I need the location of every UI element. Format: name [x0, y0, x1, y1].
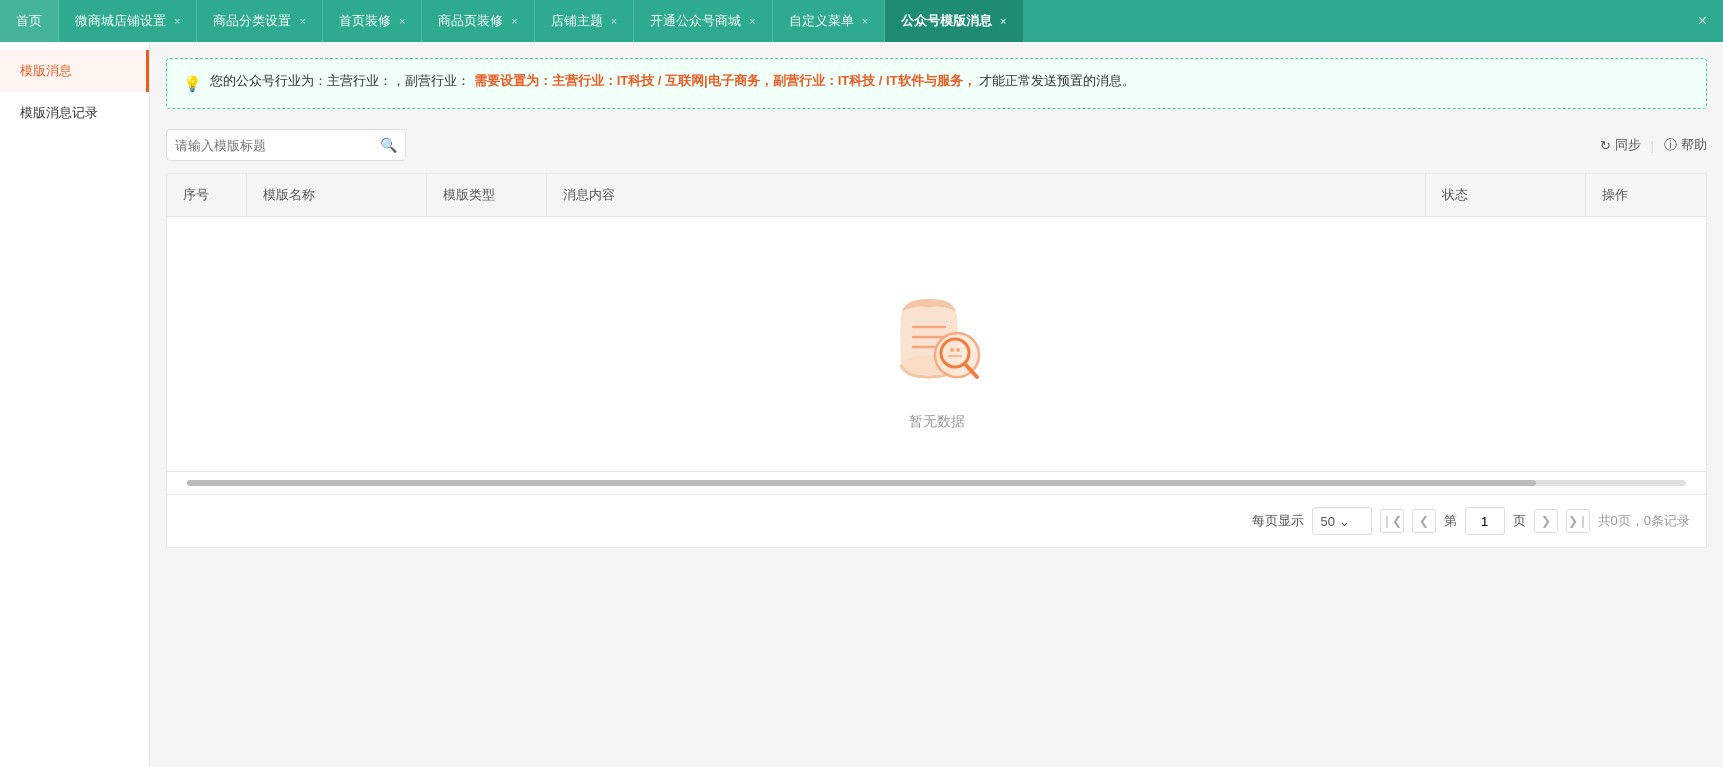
search-box: 🔍: [166, 129, 406, 161]
info-banner: 💡 您的公众号行业为：主营行业：，副营行业： 需要设置为：主营行业：IT科技 /…: [166, 58, 1707, 109]
col-header-type: 模版类型: [427, 174, 547, 216]
search-icon[interactable]: 🔍: [380, 137, 397, 153]
tab-template-msg-label: 公众号模版消息: [901, 12, 992, 30]
col-header-status: 状态: [1426, 174, 1586, 216]
help-button[interactable]: ⓘ 帮助: [1664, 136, 1707, 154]
sidebar: 模版消息 模版消息记录: [0, 42, 150, 767]
toolbar-right: ↻ 同步 | ⓘ 帮助: [1600, 136, 1707, 154]
page-unit: 页: [1513, 512, 1526, 530]
tab-home[interactable]: 首页: [0, 0, 59, 42]
toolbar-divider: |: [1651, 138, 1654, 153]
tab-product-page[interactable]: 商品页装修 ×: [422, 0, 534, 42]
tab-open-mall-close[interactable]: ×: [749, 15, 755, 27]
empty-icon: [877, 277, 997, 397]
page-label: 第: [1444, 512, 1457, 530]
tab-open-mall-label: 开通公众号商城: [650, 12, 741, 30]
tab-store-theme-close[interactable]: ×: [611, 15, 617, 27]
col-header-name: 模版名称: [247, 174, 427, 216]
next-page-button[interactable]: ❯: [1534, 509, 1558, 533]
main-layout: 模版消息 模版消息记录 💡 您的公众号行业为：主营行业：，副营行业： 需要设置为…: [0, 42, 1723, 767]
scrollbar-thumb: [187, 480, 1536, 486]
tab-product-cat-close[interactable]: ×: [299, 15, 305, 27]
help-circle-icon: ⓘ: [1664, 136, 1677, 154]
toolbar: 🔍 ↻ 同步 | ⓘ 帮助: [166, 129, 1707, 161]
pagination-info: 共0页，0条记录: [1598, 512, 1690, 530]
pagination: 每页显示 50 ⌄ ❘❮ ❮ 第 页 ❯ ❯❘ 共0页，0条记录: [167, 494, 1706, 547]
info-banner-text: 您的公众号行业为：主营行业：，副营行业： 需要设置为：主营行业：IT科技 / 互…: [210, 71, 1135, 92]
info-suffix: 才能正常发送预置的消息。: [979, 73, 1135, 88]
table-header: 序号 模版名称 模版类型 消息内容 状态 操作: [167, 174, 1706, 217]
tab-custom-menu-close[interactable]: ×: [862, 15, 868, 27]
sync-label: 同步: [1615, 136, 1641, 154]
search-input[interactable]: [175, 138, 380, 153]
sidebar-item-template-msg[interactable]: 模版消息: [0, 50, 149, 92]
empty-text: 暂无数据: [909, 413, 965, 431]
tab-open-mall[interactable]: 开通公众号商城 ×: [634, 0, 772, 42]
tab-home-decor-close[interactable]: ×: [399, 15, 405, 27]
tab-store-theme-label: 店铺主题: [551, 12, 603, 30]
tab-store-theme[interactable]: 店铺主题 ×: [535, 0, 634, 42]
tab-template-msg-close[interactable]: ×: [1000, 15, 1006, 27]
col-header-action: 操作: [1586, 174, 1706, 216]
bulb-icon: 💡: [183, 72, 202, 96]
sidebar-item-template-log[interactable]: 模版消息记录: [0, 92, 149, 134]
sidebar-item-template-log-label: 模版消息记录: [20, 105, 98, 120]
tab-bar: 首页 微商城店铺设置 × 商品分类设置 × 首页装修 × 商品页装修 × 店铺主…: [0, 0, 1723, 42]
table-container: 序号 模版名称 模版类型 消息内容 状态 操作: [166, 173, 1707, 548]
tab-custom-menu[interactable]: 自定义菜单 ×: [773, 0, 885, 42]
col-header-index: 序号: [167, 174, 247, 216]
prev-page-button[interactable]: ❮: [1412, 509, 1436, 533]
per-page-value: 50: [1321, 514, 1335, 529]
tab-product-cat[interactable]: 商品分类设置 ×: [197, 0, 322, 42]
last-page-button[interactable]: ❯❘: [1566, 509, 1590, 533]
info-prefix: 您的公众号行业为：主营行业：，副营行业：: [210, 73, 470, 88]
chevron-down-icon: ⌄: [1339, 514, 1350, 529]
col-header-content: 消息内容: [547, 174, 1426, 216]
tab-micro-shop-label: 微商城店铺设置: [75, 12, 166, 30]
per-page-select[interactable]: 50 ⌄: [1312, 507, 1372, 535]
main-content: 💡 您的公众号行业为：主营行业：，副营行业： 需要设置为：主营行业：IT科技 /…: [150, 42, 1723, 767]
help-label: 帮助: [1681, 136, 1707, 154]
tab-home-decor-label: 首页装修: [339, 12, 391, 30]
tab-product-page-label: 商品页装修: [438, 12, 503, 30]
page-input[interactable]: [1465, 507, 1505, 535]
tab-product-page-close[interactable]: ×: [511, 15, 517, 27]
tab-home-decor[interactable]: 首页装修 ×: [323, 0, 422, 42]
tab-template-msg[interactable]: 公众号模版消息 ×: [885, 0, 1023, 42]
sync-icon: ↻: [1600, 138, 1611, 153]
svg-point-8: [956, 348, 960, 352]
per-page-label: 每页显示: [1252, 512, 1304, 530]
close-all-tabs-button[interactable]: ×: [1682, 12, 1723, 30]
sidebar-item-template-msg-label: 模版消息: [20, 63, 72, 78]
empty-state: 暂无数据: [167, 217, 1706, 471]
tab-custom-menu-label: 自定义菜单: [789, 12, 854, 30]
tab-home-label: 首页: [16, 12, 42, 30]
scrollbar-track[interactable]: [187, 480, 1686, 486]
first-page-button[interactable]: ❘❮: [1380, 509, 1404, 533]
tab-micro-shop-close[interactable]: ×: [174, 15, 180, 27]
sync-button[interactable]: ↻ 同步: [1600, 136, 1641, 154]
tab-product-cat-label: 商品分类设置: [213, 12, 291, 30]
info-highlight: 需要设置为：主营行业：IT科技 / 互联网|电子商务，副营行业：IT科技 / I…: [474, 73, 976, 88]
tab-micro-shop[interactable]: 微商城店铺设置 ×: [59, 0, 197, 42]
svg-point-7: [950, 348, 954, 352]
scrollbar-area: [167, 471, 1706, 494]
